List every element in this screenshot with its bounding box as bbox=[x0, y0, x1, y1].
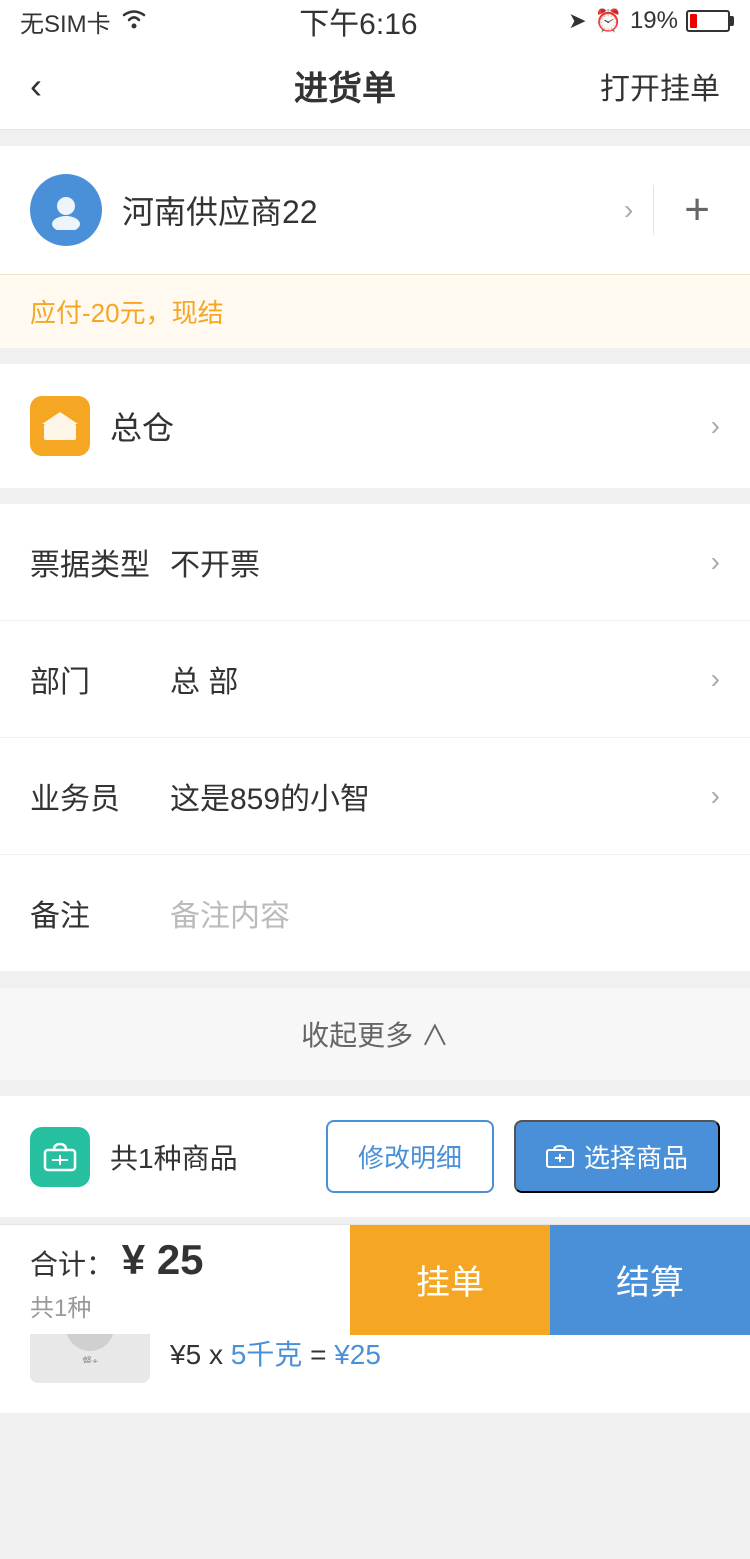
spacer-2 bbox=[0, 1080, 750, 1096]
product-price: ¥5 x 5千克 = ¥25 bbox=[170, 1333, 648, 1373]
open-pending-button[interactable]: 打开挂单 bbox=[600, 64, 720, 108]
warehouse-card[interactable]: 总仓 › bbox=[0, 364, 750, 488]
checkout-button[interactable]: 结算 bbox=[550, 1225, 750, 1335]
products-header: 共1种商品 修改明细 选择商品 bbox=[0, 1096, 750, 1217]
sales-label: 业务员 bbox=[30, 774, 170, 818]
status-bar: 无SIM卡 下午6:16 ➤ ⏰ 19% bbox=[0, 0, 750, 42]
total-count: 共1种 bbox=[30, 1288, 320, 1323]
warehouse-label: 总仓 bbox=[110, 403, 701, 449]
warehouse-chevron-icon: › bbox=[711, 410, 720, 442]
invoice-value: 不开票 bbox=[170, 540, 701, 584]
note-label: 备注 bbox=[30, 891, 170, 935]
bottom-bar: 合计： ¥ 25 共1种 挂单 结算 bbox=[0, 1224, 750, 1334]
collapse-bar[interactable]: 收起更多 ∧ bbox=[0, 988, 750, 1080]
dept-value: 总 部 bbox=[170, 657, 701, 701]
wifi-icon bbox=[119, 7, 149, 36]
bottom-spacer bbox=[0, 1429, 750, 1449]
invoice-row[interactable]: 票据类型 不开票 › bbox=[0, 504, 750, 621]
status-time: 下午6:16 bbox=[299, 0, 417, 43]
select-product-button[interactable]: 选择商品 bbox=[514, 1120, 720, 1193]
sales-value: 这是859的小智 bbox=[170, 774, 701, 818]
total-row: 合计： ¥ 25 bbox=[30, 1236, 320, 1284]
dept-chevron-icon: › bbox=[711, 663, 720, 695]
price-multiply: x bbox=[209, 1339, 231, 1370]
svg-text:督+: 督+ bbox=[82, 1355, 98, 1363]
supplier-avatar bbox=[30, 174, 102, 246]
note-placeholder[interactable]: 备注内容 bbox=[170, 891, 720, 935]
total-value: ¥25 bbox=[334, 1339, 381, 1370]
invoice-label: 票据类型 bbox=[30, 540, 170, 584]
notice-bar: 应付-20元，现结 bbox=[0, 274, 750, 348]
warehouse-row[interactable]: 总仓 › bbox=[0, 364, 750, 488]
warehouse-icon bbox=[30, 396, 90, 456]
supplier-chevron-icon: › bbox=[624, 194, 633, 226]
pending-button[interactable]: 挂单 bbox=[350, 1225, 550, 1335]
divider bbox=[653, 185, 654, 235]
total-amount: ¥ 25 bbox=[122, 1236, 204, 1283]
dept-row[interactable]: 部门 总 部 › bbox=[0, 621, 750, 738]
select-product-label: 选择商品 bbox=[584, 1138, 688, 1175]
supplier-row[interactable]: 河南供应商22 › + bbox=[0, 146, 750, 274]
page-title: 进货单 bbox=[294, 61, 396, 110]
fields-card: 票据类型 不开票 › 部门 总 部 › 业务员 这是859的小智 › 备注 备注… bbox=[0, 504, 750, 972]
location-icon: ➤ bbox=[568, 8, 586, 34]
invoice-chevron-icon: › bbox=[711, 546, 720, 578]
select-product-icon bbox=[546, 1145, 574, 1169]
status-right: ➤ ⏰ 19% bbox=[568, 7, 730, 35]
note-row[interactable]: 备注 备注内容 bbox=[0, 855, 750, 972]
alarm-icon: ⏰ bbox=[595, 8, 622, 34]
total-section: 合计： ¥ 25 共1种 bbox=[0, 1236, 350, 1323]
equals-sign: = bbox=[310, 1339, 334, 1370]
supplier-name: 河南供应商22 bbox=[122, 187, 614, 233]
sales-chevron-icon: › bbox=[711, 780, 720, 812]
qty-value: 5千克 bbox=[231, 1339, 303, 1370]
products-icon bbox=[30, 1127, 90, 1187]
spacer-1 bbox=[0, 130, 750, 146]
battery-icon bbox=[686, 10, 730, 32]
total-label: 合计： bbox=[30, 1249, 114, 1280]
nav-bar: ‹ 进货单 打开挂单 bbox=[0, 42, 750, 130]
products-count: 共1种商品 bbox=[110, 1137, 306, 1177]
price-value: ¥5 bbox=[170, 1339, 201, 1370]
add-button[interactable]: + bbox=[674, 185, 720, 235]
back-button[interactable]: ‹ bbox=[30, 65, 90, 107]
supplier-card: 河南供应商22 › + 应付-20元，现结 bbox=[0, 146, 750, 348]
dept-label: 部门 bbox=[30, 657, 170, 701]
status-left: 无SIM卡 bbox=[20, 4, 149, 39]
sales-row[interactable]: 业务员 这是859的小智 › bbox=[0, 738, 750, 855]
battery-text: 19% bbox=[630, 7, 678, 35]
modify-detail-button[interactable]: 修改明细 bbox=[326, 1120, 494, 1193]
carrier-text: 无SIM卡 bbox=[20, 4, 111, 39]
